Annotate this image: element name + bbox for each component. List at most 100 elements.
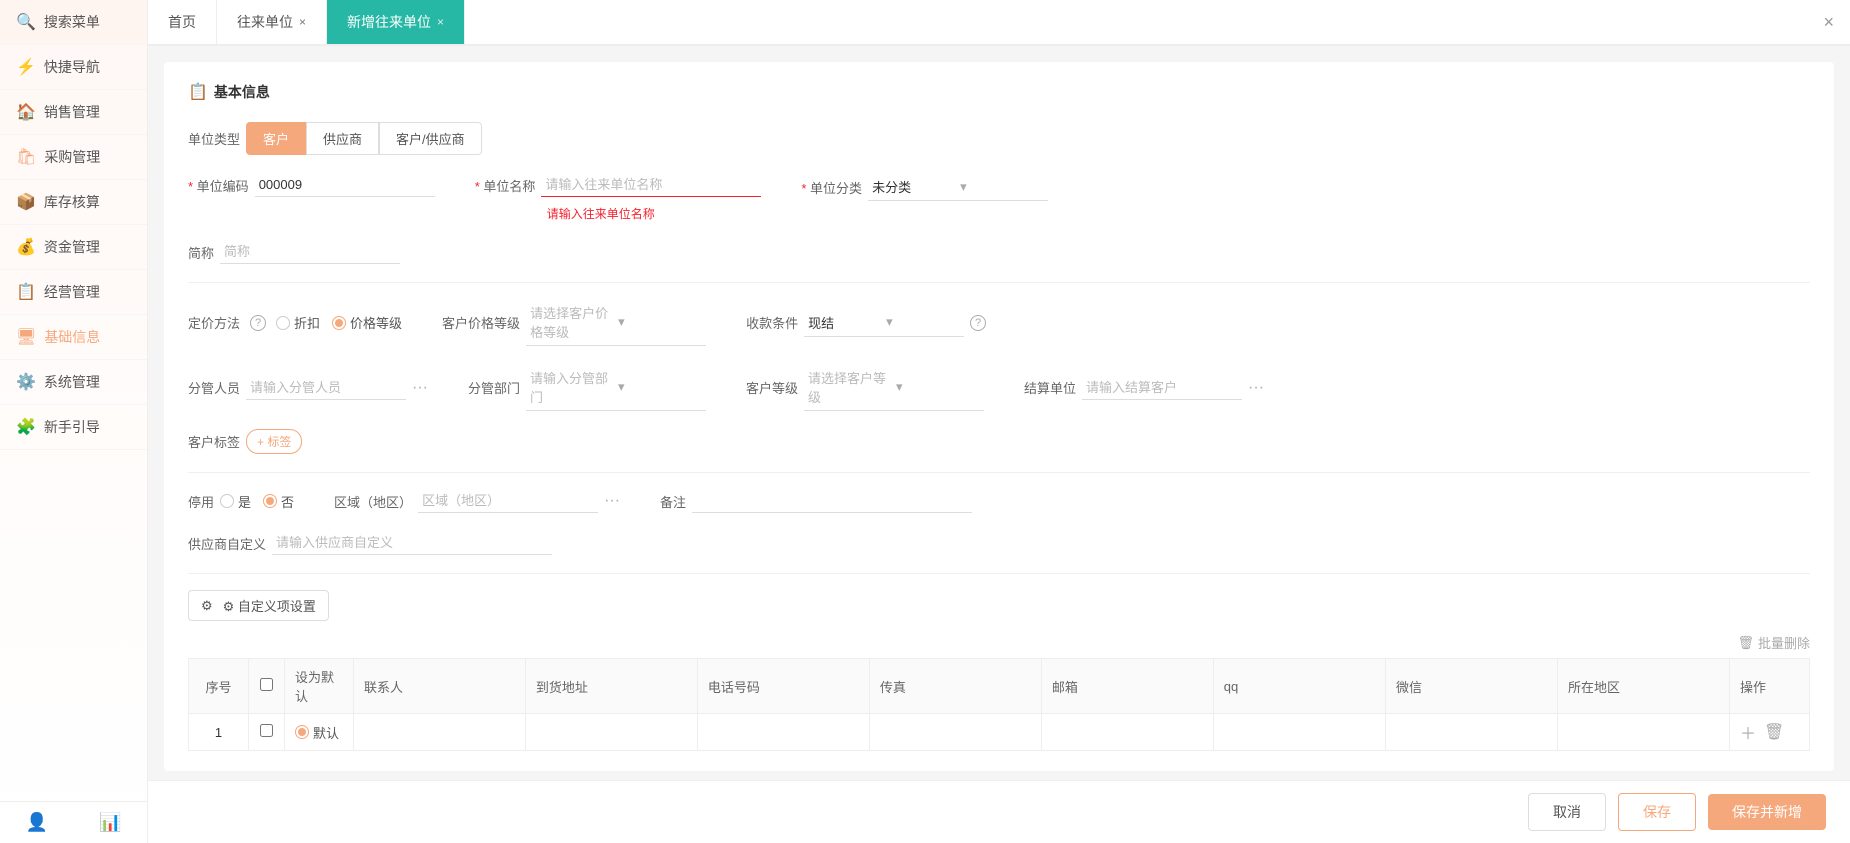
remark-input[interactable] xyxy=(692,489,972,513)
sidebar-item-basic[interactable]: 🖥 基础信息 xyxy=(0,315,147,360)
pricing-row: 定价方法 ? 折扣 价格等级 客户价格等级 xyxy=(188,299,1810,346)
sidebar-item-operations[interactable]: 📋 经营管理 xyxy=(0,270,147,315)
row-add-button[interactable]: ＋ xyxy=(1740,720,1756,744)
sidebar-item-search[interactable]: 🔍 搜索菜单 xyxy=(0,0,147,45)
row-default-radio[interactable]: 默认 xyxy=(295,723,343,742)
address-input[interactable] xyxy=(536,721,687,744)
tab-partners[interactable]: 往来单位 × xyxy=(217,0,327,44)
row-address[interactable] xyxy=(525,714,697,751)
add-tag-button[interactable]: + 标签 xyxy=(246,429,302,454)
manager-label: 分管人员 xyxy=(188,378,240,397)
payment-terms-field: 收款条件 现结 ▾ ? xyxy=(746,309,986,337)
sidebar-footer-left[interactable]: 👤 xyxy=(0,802,74,843)
pricing-radio-pricelevel[interactable]: 价格等级 xyxy=(332,313,402,332)
row-email[interactable] xyxy=(1041,714,1213,751)
yes-radio-circle xyxy=(220,494,234,508)
row-contact[interactable] xyxy=(353,714,525,751)
short-name-field: 简称 xyxy=(188,240,400,264)
main-area: 首页 往来单位 × 新增往来单位 × × 📋 基本信息 单位类型 客户 xyxy=(148,0,1850,843)
tag-label: 客户标签 xyxy=(188,432,240,451)
sidebar-item-sales[interactable]: 🏠 销售管理 xyxy=(0,90,147,135)
region-input[interactable] xyxy=(418,489,598,513)
col-wechat: 微信 xyxy=(1386,659,1558,714)
batch-delete-btn[interactable]: 🗑 批量删除 xyxy=(188,633,1810,652)
short-name-input[interactable] xyxy=(220,240,400,264)
settlement-more-icon[interactable]: ··· xyxy=(1248,379,1264,397)
customer-level-select[interactable]: 请选择客户等级 ▾ xyxy=(804,364,984,411)
discount-radio-circle xyxy=(276,316,290,330)
unit-name-input[interactable] xyxy=(541,173,761,197)
select-all-checkbox[interactable] xyxy=(260,678,273,691)
unit-type-supplier[interactable]: 供应商 xyxy=(306,122,379,155)
pricing-radio-discount[interactable]: 折扣 xyxy=(276,313,320,332)
disabled-radio-no[interactable]: 否 xyxy=(263,492,294,511)
sidebar-item-purchase[interactable]: 🛍 采购管理 xyxy=(0,135,147,180)
sidebar-footer-right[interactable]: 📊 xyxy=(74,802,148,843)
contact-input[interactable] xyxy=(364,721,515,744)
sidebar-item-finance[interactable]: 💰 资金管理 xyxy=(0,225,147,270)
region-label: 区域（地区） xyxy=(334,492,412,511)
row-region[interactable] xyxy=(1558,714,1730,751)
manager-more-icon[interactable]: ··· xyxy=(412,379,428,397)
row-phone[interactable] xyxy=(697,714,869,751)
sidebar: 🔍 搜索菜单 ⚡ 快捷导航 🏠 销售管理 🛍 采购管理 📦 库存核算 💰 资金管… xyxy=(0,0,148,843)
unit-type-customer[interactable]: 客户 xyxy=(246,122,306,155)
unit-name-input-wrap xyxy=(541,173,761,197)
cancel-button[interactable]: 取消 xyxy=(1528,793,1606,831)
wechat-input[interactable] xyxy=(1396,721,1547,744)
sidebar-item-guide[interactable]: 🧩 新手引导 xyxy=(0,405,147,450)
department-label: 分管部门 xyxy=(468,378,520,397)
qq-input[interactable] xyxy=(1224,721,1375,744)
row-checkbox-cell[interactable] xyxy=(249,714,285,751)
tab-new-partner-close[interactable]: × xyxy=(437,15,444,29)
code-name-category-row: 单位编码 单位名称 请输入往来单位名称 单位分类 未分类 xyxy=(188,173,1810,222)
payment-help-icon[interactable]: ? xyxy=(970,315,986,331)
sidebar-item-inventory[interactable]: 📦 库存核算 xyxy=(0,180,147,225)
col-region: 所在地区 xyxy=(1558,659,1730,714)
custom-settings-button[interactable]: ⚙ ⚙ 自定义项设置 xyxy=(188,590,329,621)
col-email: 邮箱 xyxy=(1041,659,1213,714)
region-more-icon[interactable]: ··· xyxy=(604,492,620,510)
row-checkbox[interactable] xyxy=(260,724,273,737)
tab-new-partner[interactable]: 新增往来单位 × xyxy=(327,0,465,44)
section-title: 📋 基本信息 xyxy=(188,82,1810,102)
fax-input[interactable] xyxy=(880,721,1031,744)
phone-input[interactable] xyxy=(708,721,859,744)
global-close-button[interactable]: × xyxy=(1807,12,1850,33)
short-name-label: 简称 xyxy=(188,243,214,262)
row-fax[interactable] xyxy=(869,714,1041,751)
supplier-custom-input[interactable] xyxy=(272,531,552,555)
row-qq[interactable] xyxy=(1213,714,1385,751)
email-input[interactable] xyxy=(1052,721,1203,744)
save-new-button[interactable]: 保存并新增 xyxy=(1708,794,1826,830)
disabled-radio-yes[interactable]: 是 xyxy=(220,492,251,511)
supplier-custom-field: 供应商自定义 xyxy=(188,531,552,555)
unit-category-select[interactable]: 未分类 ▾ xyxy=(868,173,1048,201)
payment-terms-select[interactable]: 现结 ▾ xyxy=(804,309,964,337)
save-button[interactable]: 保存 xyxy=(1618,793,1696,831)
col-contact: 联系人 xyxy=(353,659,525,714)
table-row: 1 默认 xyxy=(189,714,1810,751)
pricing-help-icon[interactable]: ? xyxy=(250,315,266,331)
basic-icon: 🖥 xyxy=(16,327,36,347)
manager-input[interactable] xyxy=(246,376,406,400)
sidebar-item-system[interactable]: ⚙️ 系统管理 xyxy=(0,360,147,405)
settlement-unit-input[interactable] xyxy=(1082,376,1242,400)
row-wechat[interactable] xyxy=(1386,714,1558,751)
table-region-input[interactable] xyxy=(1568,721,1719,744)
department-select[interactable]: 请输入分管部门 ▾ xyxy=(526,364,706,411)
customer-price-level-select[interactable]: 请选择客户价格等级 ▾ xyxy=(526,299,706,346)
tab-home[interactable]: 首页 xyxy=(148,0,217,44)
col-checkbox[interactable] xyxy=(249,659,285,714)
tab-partners-close[interactable]: × xyxy=(299,15,306,29)
unit-code-input[interactable] xyxy=(255,173,435,197)
bottom-bar: 取消 保存 保存并新增 xyxy=(148,780,1850,843)
unit-type-both[interactable]: 客户/供应商 xyxy=(379,122,482,155)
short-name-row: 简称 xyxy=(188,240,1810,264)
pricelevel-radio-circle xyxy=(332,316,346,330)
customer-level-label: 客户等级 xyxy=(746,378,798,397)
row-delete-button[interactable]: 🗑 xyxy=(1764,720,1784,744)
sidebar-item-quicknav[interactable]: ⚡ 快捷导航 xyxy=(0,45,147,90)
unit-code-field: 单位编码 xyxy=(188,173,435,197)
system-icon: ⚙️ xyxy=(16,372,36,392)
